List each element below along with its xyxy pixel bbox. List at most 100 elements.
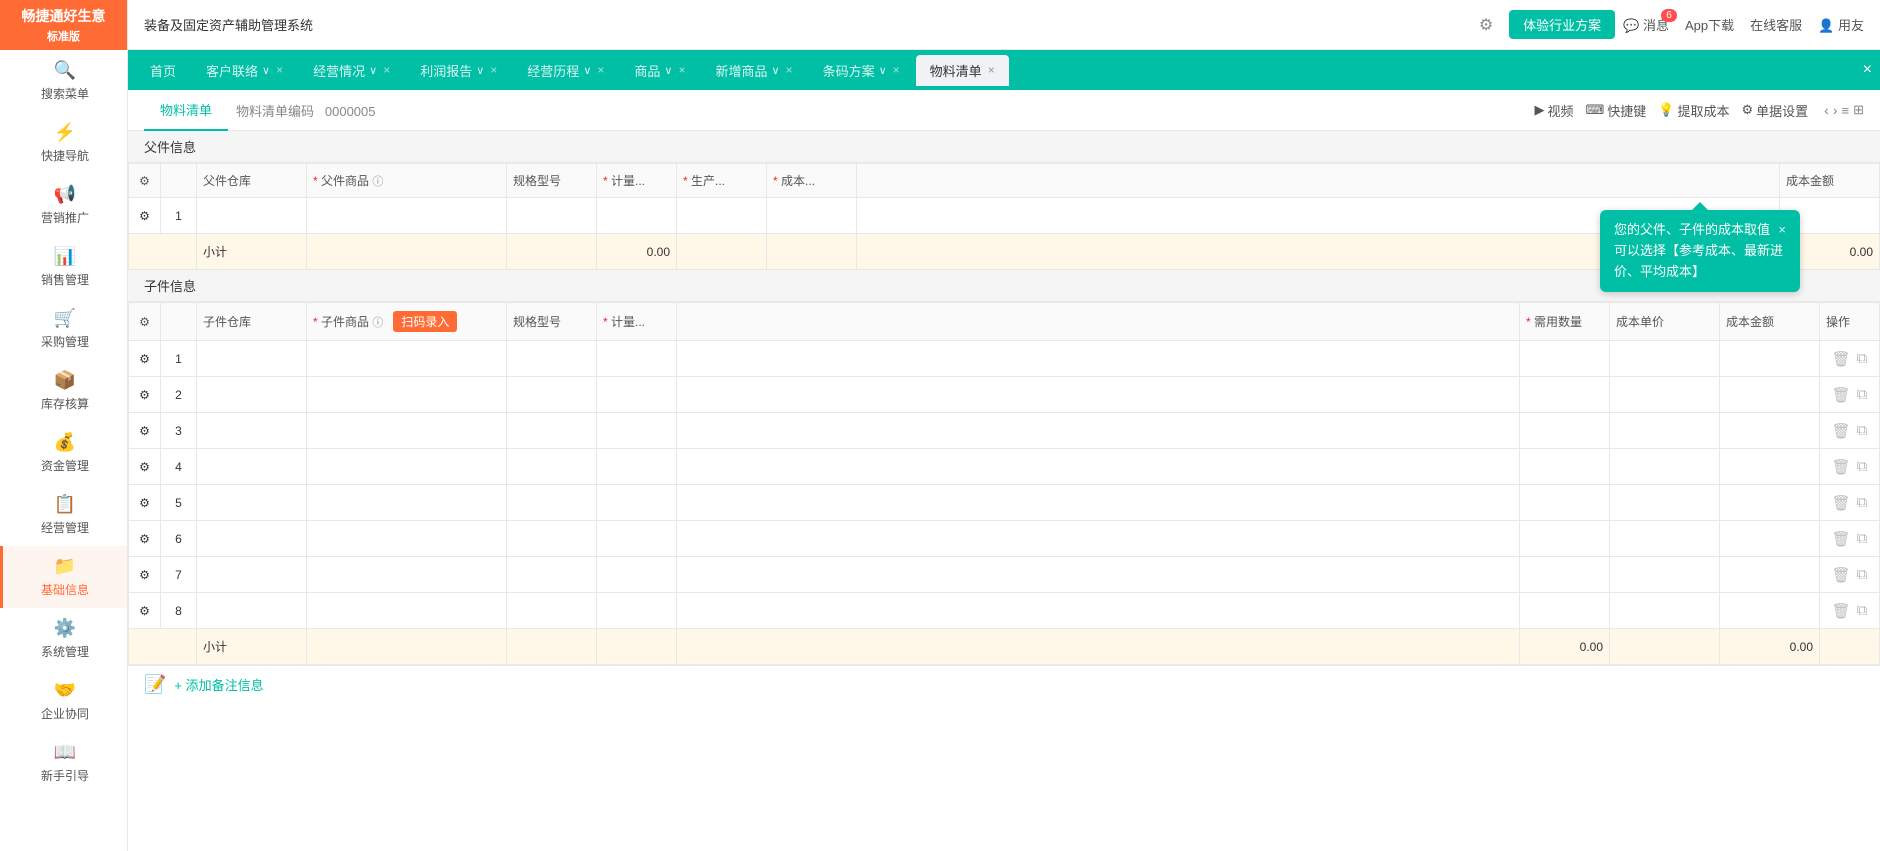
tab-profit[interactable]: 利润报告 ∨ × — [406, 55, 511, 86]
child-row-unit[interactable] — [597, 485, 677, 521]
scan-input-button[interactable]: 扫码录入 — [393, 311, 457, 332]
child-row-warehouse[interactable] — [197, 557, 307, 593]
child-row-warehouse[interactable] — [197, 413, 307, 449]
parent-row-warehouse[interactable] — [197, 198, 307, 234]
delete-icon[interactable]: 🗑 — [1832, 494, 1851, 512]
settings-gear-icon[interactable]: ⚙ — [1479, 15, 1493, 35]
delete-icon[interactable]: 🗑 — [1832, 458, 1851, 476]
copy-icon[interactable]: ⧉ — [1857, 494, 1868, 512]
close-icon[interactable]: × — [786, 63, 793, 77]
sidebar-item-basics[interactable]: 📁 基础信息 — [0, 546, 127, 608]
sidebar-item-inventory[interactable]: 📦 库存核算 — [0, 360, 127, 422]
close-icon[interactable]: × — [276, 63, 283, 77]
extract-cost-btn[interactable]: 💡 提取成本 — [1658, 101, 1729, 120]
sidebar-item-quick-nav[interactable]: ⚡ 快捷导航 — [0, 112, 127, 174]
delete-icon[interactable]: 🗑 — [1832, 530, 1851, 548]
sidebar-item-enterprise[interactable]: 🤝 企业协同 — [0, 670, 127, 732]
child-row-spec[interactable] — [507, 341, 597, 377]
copy-icon[interactable]: ⧉ — [1857, 602, 1868, 620]
close-icon[interactable]: × — [988, 63, 995, 77]
child-row-spec[interactable] — [507, 521, 597, 557]
parent-row-spec[interactable] — [507, 198, 597, 234]
sidebar-item-operations[interactable]: 📋 经营管理 — [0, 484, 127, 546]
sidebar-item-system[interactable]: ⚙️ 系统管理 — [0, 608, 127, 670]
tab-new-product[interactable]: 新增商品 ∨ × — [701, 55, 806, 86]
delete-icon[interactable]: 🗑 — [1832, 386, 1851, 404]
child-row-unit-price[interactable] — [1610, 557, 1720, 593]
next-arrow-icon[interactable]: › — [1833, 102, 1838, 118]
child-row-unit[interactable] — [597, 521, 677, 557]
child-row-unit[interactable] — [597, 377, 677, 413]
child-row-product[interactable] — [307, 485, 507, 521]
sidebar-item-sales[interactable]: 📊 销售管理 — [0, 236, 127, 298]
child-row-spec[interactable] — [507, 377, 597, 413]
copy-icon[interactable]: ⧉ — [1857, 458, 1868, 476]
delete-icon[interactable]: 🗑 — [1832, 602, 1851, 620]
child-row-warehouse[interactable] — [197, 377, 307, 413]
sidebar-item-search[interactable]: 🔍 搜索菜单 — [0, 50, 127, 112]
child-row-unit-price[interactable] — [1610, 413, 1720, 449]
child-row-qty[interactable] — [1520, 593, 1610, 629]
global-close-icon[interactable]: × — [1863, 61, 1872, 79]
app-download-link[interactable]: App下载 — [1685, 15, 1734, 34]
sidebar-item-guide[interactable]: 📖 新手引导 — [0, 732, 127, 794]
child-row-warehouse[interactable] — [197, 593, 307, 629]
tab-products[interactable]: 商品 ∨ × — [620, 55, 699, 86]
parent-row-produce[interactable] — [677, 198, 767, 234]
parent-row-cost[interactable] — [767, 198, 857, 234]
child-row-product[interactable] — [307, 521, 507, 557]
child-row-product[interactable] — [307, 449, 507, 485]
child-row-unit[interactable] — [597, 413, 677, 449]
delete-icon[interactable]: 🗑 — [1832, 422, 1851, 440]
child-row-warehouse[interactable] — [197, 341, 307, 377]
child-row-unit-price[interactable] — [1610, 449, 1720, 485]
child-row-qty[interactable] — [1520, 377, 1610, 413]
copy-icon[interactable]: ⧉ — [1857, 386, 1868, 404]
sidebar-item-marketing[interactable]: 📢 营销推广 — [0, 174, 127, 236]
close-icon[interactable]: × — [678, 63, 685, 77]
online-service-link[interactable]: 在线客服 — [1750, 15, 1802, 34]
child-row-spec[interactable] — [507, 557, 597, 593]
child-row-qty[interactable] — [1520, 449, 1610, 485]
child-row-unit[interactable] — [597, 341, 677, 377]
parent-row-product[interactable] — [307, 198, 507, 234]
single-settings-btn[interactable]: ⚙ 单据设置 — [1741, 101, 1808, 120]
child-row-product[interactable] — [307, 557, 507, 593]
tab-barcode[interactable]: 条码方案 ∨ × — [809, 55, 914, 86]
child-row-warehouse[interactable] — [197, 521, 307, 557]
child-row-product[interactable] — [307, 413, 507, 449]
prev-arrow-icon[interactable]: ‹ — [1824, 102, 1829, 118]
copy-icon[interactable]: ⧉ — [1857, 422, 1868, 440]
child-row-unit[interactable] — [597, 557, 677, 593]
child-row-product[interactable] — [307, 377, 507, 413]
subtab-bom-list[interactable]: 物料清单 — [144, 90, 228, 131]
child-row-qty[interactable] — [1520, 413, 1610, 449]
child-row-qty[interactable] — [1520, 521, 1610, 557]
child-row-spec[interactable] — [507, 485, 597, 521]
child-row-unit-price[interactable] — [1610, 593, 1720, 629]
child-row-unit-price[interactable] — [1610, 521, 1720, 557]
child-row-product[interactable] — [307, 341, 507, 377]
copy-icon[interactable]: ⧉ — [1857, 530, 1868, 548]
copy-icon[interactable]: ⧉ — [1857, 566, 1868, 584]
notification-bell[interactable]: 💬 消息 6 — [1623, 15, 1669, 34]
copy-icon[interactable]: ⧉ — [1857, 350, 1868, 368]
child-row-unit[interactable] — [597, 449, 677, 485]
parent-row-unit[interactable] — [597, 198, 677, 234]
child-row-warehouse[interactable] — [197, 485, 307, 521]
child-row-unit-price[interactable] — [1610, 485, 1720, 521]
sidebar-item-purchase[interactable]: 🛒 采购管理 — [0, 298, 127, 360]
child-row-unit[interactable] — [597, 593, 677, 629]
tab-history[interactable]: 经营历程 ∨ × — [513, 55, 618, 86]
sidebar-item-finance[interactable]: 💰 资金管理 — [0, 422, 127, 484]
tab-home[interactable]: 首页 — [136, 55, 190, 86]
delete-icon[interactable]: 🗑 — [1832, 350, 1851, 368]
delete-icon[interactable]: 🗑 — [1832, 566, 1851, 584]
tab-bom[interactable]: 物料清单 × — [916, 55, 1009, 86]
child-row-product[interactable] — [307, 593, 507, 629]
child-row-spec[interactable] — [507, 593, 597, 629]
child-row-qty[interactable] — [1520, 341, 1610, 377]
shortcut-btn[interactable]: ⌨ 快捷键 — [1586, 101, 1647, 120]
close-icon[interactable]: × — [597, 63, 604, 77]
child-row-spec[interactable] — [507, 449, 597, 485]
